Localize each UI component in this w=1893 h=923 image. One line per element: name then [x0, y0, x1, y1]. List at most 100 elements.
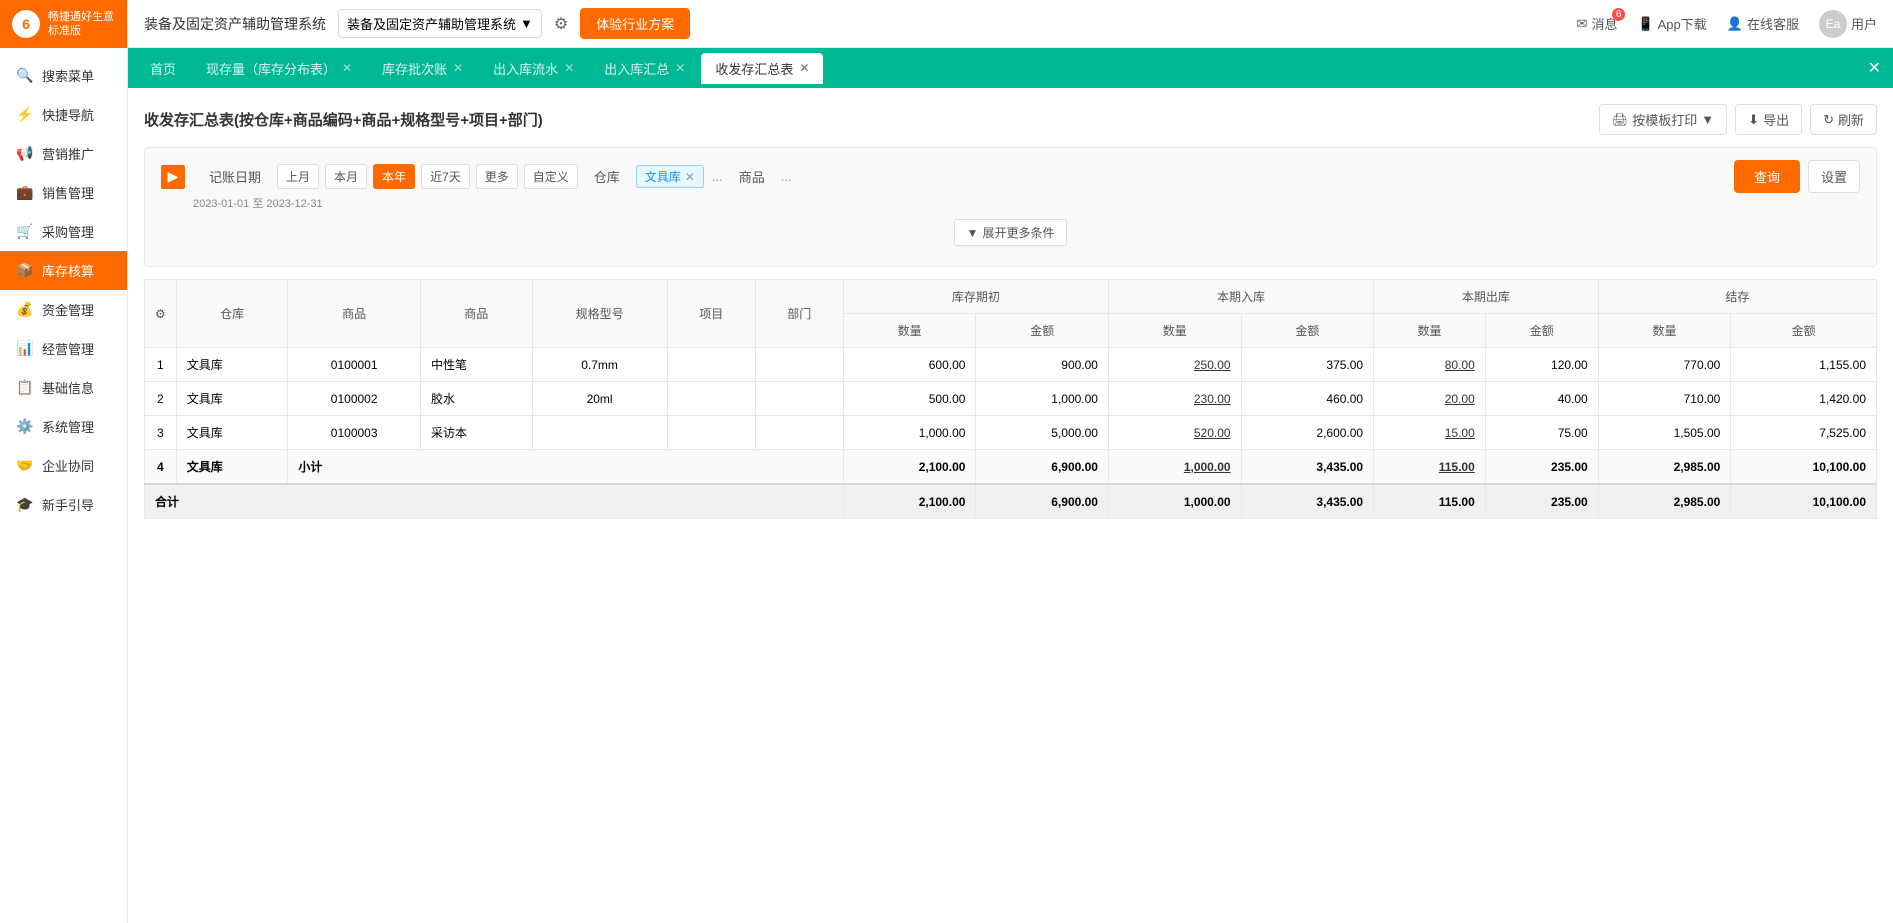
- refresh-button[interactable]: ↻ 刷新: [1810, 104, 1877, 135]
- warehouse-filter-label: 仓库: [594, 167, 620, 186]
- experience-button[interactable]: 体验行业方案: [580, 8, 690, 39]
- mobile-icon: 📱: [1637, 16, 1653, 32]
- system-icon: ⚙️: [16, 418, 34, 436]
- subtotal-no: 4: [145, 450, 177, 485]
- row-open-qty: 1,000.00: [843, 416, 976, 450]
- sidebar-item-system[interactable]: ⚙️ 系统管理: [0, 407, 127, 446]
- tab-batch[interactable]: 库存批次账 ✕: [368, 53, 477, 84]
- tab-receivable-summary[interactable]: 收发存汇总表 ✕: [701, 53, 823, 84]
- tab-home[interactable]: 首页: [136, 53, 190, 84]
- sidebar-item-operations[interactable]: 📊 经营管理: [0, 329, 127, 368]
- warehouse-tag-close[interactable]: ✕: [685, 170, 695, 184]
- row-no: 3: [145, 416, 177, 450]
- row-name: 采访本: [420, 416, 532, 450]
- message-icon: ✉: [1577, 16, 1588, 32]
- app-download-button[interactable]: 📱 App下载: [1637, 14, 1706, 33]
- row-in-qty[interactable]: 230.00: [1108, 382, 1241, 416]
- sidebar-item-guide[interactable]: 🎓 新手引导: [0, 485, 127, 524]
- basic-info-icon: 📋: [16, 379, 34, 397]
- sidebar-item-sales[interactable]: 💼 销售管理: [0, 173, 127, 212]
- subtotal-out-qty: 115.00: [1374, 450, 1486, 485]
- page-title: 收发存汇总表(按仓库+商品编码+商品+规格型号+项目+部门): [144, 109, 543, 130]
- tab-inout-summary[interactable]: 出入库汇总 ✕: [590, 53, 699, 84]
- row-project: [667, 348, 755, 382]
- row-out-qty[interactable]: 80.00: [1374, 348, 1486, 382]
- system-dropdown[interactable]: 装备及固定资产辅助管理系统 ▼: [338, 9, 542, 38]
- row-warehouse: 文具库: [176, 382, 288, 416]
- row-in-qty[interactable]: 520.00: [1108, 416, 1241, 450]
- close-amt-header: 金额: [1731, 314, 1877, 348]
- message-button[interactable]: ✉ 消息 6: [1577, 14, 1618, 33]
- row-spec: 0.7mm: [532, 348, 667, 382]
- finance-icon: 💰: [16, 301, 34, 319]
- date-custom[interactable]: 自定义: [524, 164, 578, 189]
- in-qty-header: 数量: [1108, 314, 1241, 348]
- sidebar-item-enterprise[interactable]: 🤝 企业协同: [0, 446, 127, 485]
- row-project: [667, 382, 755, 416]
- chevron-down-icon: ▼: [1701, 112, 1714, 127]
- purchase-icon: 🛒: [16, 223, 34, 241]
- row-project: [667, 416, 755, 450]
- date-more[interactable]: 更多: [476, 164, 518, 189]
- sidebar-item-inventory[interactable]: 📦 库存核算: [0, 251, 127, 290]
- sidebar-item-search[interactable]: 🔍 搜索菜单: [0, 56, 127, 95]
- top-bar-right: ✉ 消息 6 📱 App下载 👤 在线客服 Ea 用户: [1577, 10, 1877, 38]
- sidebar-item-basic-info[interactable]: 📋 基础信息: [0, 368, 127, 407]
- sidebar: 6 畅捷通好生意 标准版 🔍 搜索菜单 ⚡ 快捷导航 📢 营销推广: [0, 0, 128, 923]
- expand-button[interactable]: ▼ 展开更多条件: [954, 219, 1068, 246]
- gear-icon[interactable]: ⚙: [554, 14, 568, 34]
- open-amt-header: 金额: [976, 314, 1109, 348]
- row-out-amt: 40.00: [1485, 382, 1598, 416]
- tab-close-receivable-summary[interactable]: ✕: [799, 61, 809, 75]
- tab-inventory-dist[interactable]: 现存量（库存分布表） ✕: [192, 53, 366, 84]
- tab-close-inout-flow[interactable]: ✕: [564, 61, 574, 75]
- data-table: ⚙ 仓库 商品 商品 规格型号 项目 部门 库存期初 本期入库 本期出库 结存: [144, 279, 1877, 519]
- date-this-year[interactable]: 本年: [373, 164, 415, 189]
- filter-row-1: ▶ 记账日期 上月 本月 本年 近7天 更多 自定义 仓库: [161, 160, 1860, 193]
- online-service-button[interactable]: 👤 在线客服: [1727, 14, 1799, 33]
- date-filters: 上月 本月 本年 近7天 更多 自定义: [277, 164, 578, 189]
- date-7days[interactable]: 近7天: [421, 164, 470, 189]
- sidebar-item-quick-nav[interactable]: ⚡ 快捷导航: [0, 95, 127, 134]
- opening-group-header: 库存期初: [843, 280, 1108, 314]
- row-close-qty: 710.00: [1598, 382, 1731, 416]
- tab-close-batch[interactable]: ✕: [453, 61, 463, 75]
- subtotal-in-qty: 1,000.00: [1108, 450, 1241, 485]
- user-menu[interactable]: Ea 用户: [1819, 10, 1877, 38]
- product-more[interactable]: ...: [781, 169, 792, 184]
- warehouse-more[interactable]: ...: [712, 169, 723, 184]
- row-close-amt: 7,525.00: [1731, 416, 1877, 450]
- row-open-amt: 1,000.00: [976, 382, 1109, 416]
- tab-close-inout-summary[interactable]: ✕: [675, 61, 685, 75]
- row-out-qty[interactable]: 20.00: [1374, 382, 1486, 416]
- sidebar-item-marketing[interactable]: 📢 营销推广: [0, 134, 127, 173]
- page-inner: 收发存汇总表(按仓库+商品编码+商品+规格型号+项目+部门) 🖨 按模板打印 ▼…: [128, 88, 1893, 923]
- table-row: 2 文具库 0100002 胶水 20ml 500.00 1,000.00 23…: [145, 382, 1877, 416]
- sidebar-item-purchase[interactable]: 🛒 采购管理: [0, 212, 127, 251]
- subtotal-close-qty: 2,985.00: [1598, 450, 1731, 485]
- table-settings-header[interactable]: ⚙: [145, 280, 177, 348]
- tab-inout-flow[interactable]: 出入库流水 ✕: [479, 53, 588, 84]
- total-label: 合计: [145, 484, 844, 519]
- top-bar: 装备及固定资产辅助管理系统 装备及固定资产辅助管理系统 ▼ ⚙ 体验行业方案 ✉…: [128, 0, 1893, 48]
- date-last-month[interactable]: 上月: [277, 164, 319, 189]
- filter-toggle-button[interactable]: ▶: [161, 165, 185, 189]
- sidebar-header[interactable]: 6 畅捷通好生意 标准版: [0, 0, 127, 48]
- setting-button[interactable]: 设置: [1808, 160, 1860, 193]
- query-button[interactable]: 查询: [1734, 160, 1800, 193]
- page-header: 收发存汇总表(按仓库+商品编码+商品+规格型号+项目+部门) 🖨 按模板打印 ▼…: [144, 104, 1877, 135]
- tab-bar-close-button[interactable]: ✕: [1864, 54, 1885, 82]
- row-no: 2: [145, 382, 177, 416]
- row-dept: [755, 416, 843, 450]
- row-out-qty[interactable]: 15.00: [1374, 416, 1486, 450]
- sidebar-item-finance[interactable]: 💰 资金管理: [0, 290, 127, 329]
- warehouse-tag[interactable]: 文具库 ✕: [636, 165, 704, 188]
- print-button[interactable]: 🖨 按模板打印 ▼: [1599, 104, 1727, 135]
- table-wrapper: ⚙ 仓库 商品 商品 规格型号 项目 部门 库存期初 本期入库 本期出库 结存: [144, 279, 1877, 519]
- row-in-qty[interactable]: 250.00: [1108, 348, 1241, 382]
- date-this-month[interactable]: 本月: [325, 164, 367, 189]
- row-name: 中性笔: [420, 348, 532, 382]
- export-button[interactable]: ⬇ 导出: [1735, 104, 1802, 135]
- row-spec: [532, 416, 667, 450]
- tab-close-inventory-dist[interactable]: ✕: [342, 61, 352, 75]
